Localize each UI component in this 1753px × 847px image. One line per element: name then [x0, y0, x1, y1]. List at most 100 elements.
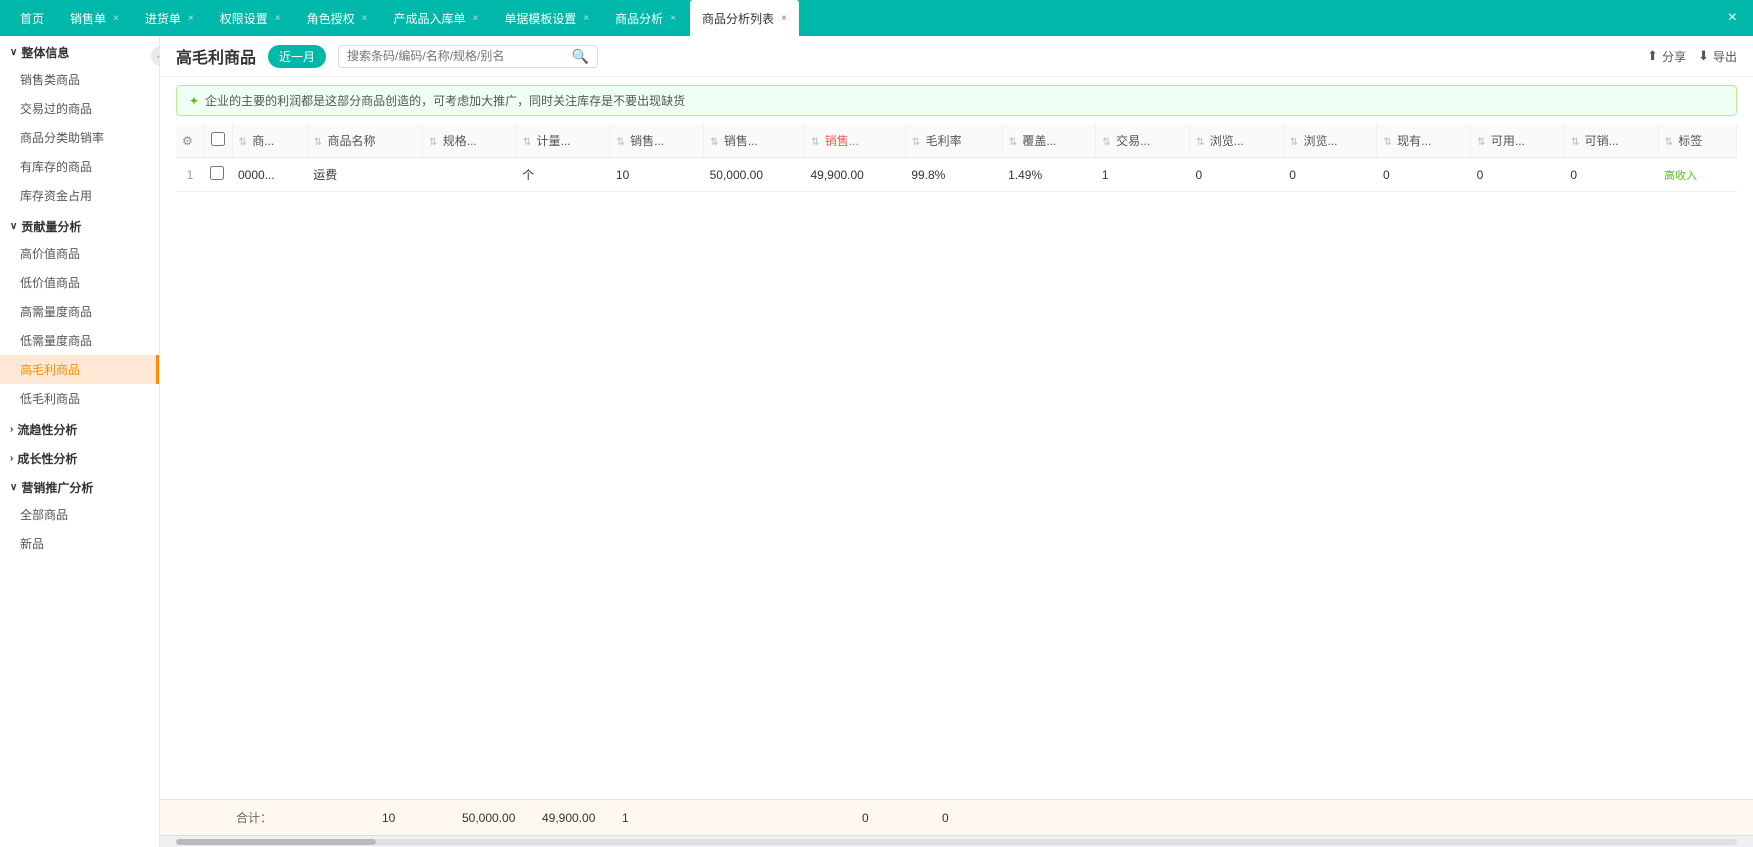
chevron-right-icon: › [10, 424, 13, 435]
close-template-tab[interactable]: × [583, 13, 589, 24]
col-settings[interactable]: ⚙ [176, 124, 204, 158]
sidebar-item-new-goods[interactable]: 新品 [0, 529, 159, 558]
nav-tab-inbound[interactable]: 产成品入库单 × [381, 0, 490, 36]
footer-label: 合计： [176, 809, 376, 826]
col-sale-profit[interactable]: ⇅ 销售... [804, 124, 905, 158]
scroll-area[interactable] [160, 835, 1753, 847]
share-button[interactable]: ⬆ 分享 [1647, 48, 1686, 65]
table-container[interactable]: ⚙ ⇅ 商... ⇅ 商品名称 [160, 124, 1753, 799]
row-unit: 个 [516, 158, 610, 192]
export-button[interactable]: ⬇ 导出 [1698, 48, 1737, 65]
row-spec [423, 158, 517, 192]
row-checkbox-cell[interactable] [204, 158, 232, 192]
col-coverage[interactable]: ⇅ 覆盖... [1002, 124, 1096, 158]
sidebar-group-overall[interactable]: ∨ 整体信息 [0, 36, 159, 65]
sidebar-item-high-value[interactable]: 高价值商品 [0, 239, 159, 268]
filter-btn-month[interactable]: 近一月 [268, 45, 326, 68]
chevron-down-icon-2: ∨ [10, 221, 17, 232]
close-sales-tab[interactable]: × [113, 13, 119, 24]
sort-unit-icon: ⇅ [523, 137, 531, 148]
col-current[interactable]: ⇅ 现有... [1377, 124, 1471, 158]
sidebar-item-sales-goods[interactable]: 销售类商品 [0, 65, 159, 94]
sidebar-item-high-demand[interactable]: 高需量度商品 [0, 297, 159, 326]
sort-browseb-icon: ⇅ [1290, 137, 1298, 148]
sidebar-item-all-goods[interactable]: 全部商品 [0, 500, 159, 529]
sidebar-item-low-margin[interactable]: 低毛利商品 [0, 384, 159, 413]
col-name[interactable]: ⇅ 商品名称 [307, 124, 422, 158]
row-trade-count: 1 [1096, 158, 1190, 192]
sidebar-item-stocked-goods[interactable]: 有库存的商品 [0, 152, 159, 181]
nav-tab-analysis[interactable]: 商品分析 × [603, 0, 688, 36]
row-sale-amt: 50,000.00 [704, 158, 805, 192]
sort-saleable-icon: ⇅ [1571, 137, 1579, 148]
col-gross-rate[interactable]: ⇅ 毛利率 [905, 124, 1002, 158]
sort-code-icon: ⇅ [239, 137, 247, 148]
sidebar-item-traded-goods[interactable]: 交易过的商品 [0, 94, 159, 123]
top-nav: 首页 销售单 × 进货单 × 权限设置 × 角色授权 × 产成品入库单 × 单据… [0, 0, 1753, 36]
sort-spec-icon: ⇅ [429, 137, 437, 148]
nav-tab-permission[interactable]: 权限设置 × [208, 0, 293, 36]
footer-sale-qty: 10 [376, 811, 456, 825]
col-available[interactable]: ⇅ 可用... [1471, 124, 1565, 158]
sort-saleqty-icon: ⇅ [616, 137, 624, 148]
row-sale-qty: 10 [610, 158, 704, 192]
col-unit[interactable]: ⇅ 计量... [516, 124, 610, 158]
sidebar-item-stock-capital[interactable]: 库存资金占用 [0, 181, 159, 210]
sort-tag-icon: ⇅ [1665, 137, 1673, 148]
footer-current: 0 [856, 811, 936, 825]
scroll-thumb[interactable] [176, 839, 376, 845]
col-sale-qty[interactable]: ⇅ 销售... [610, 124, 704, 158]
info-banner: ✦ 企业的主要的利润都是这部分商品创造的，可考虑加大推广，同时关注库存是不要出现… [176, 85, 1737, 116]
search-icon[interactable]: 🔍 [572, 48, 589, 65]
table-row: 1 0000... 运费 个 10 50,000.00 49,900.00 99… [176, 158, 1737, 192]
select-all-checkbox[interactable] [211, 132, 225, 146]
col-saleable[interactable]: ⇅ 可销... [1564, 124, 1658, 158]
sidebar-item-category-rate[interactable]: 商品分类助销率 [0, 123, 159, 152]
sidebar-item-high-margin[interactable]: 高毛利商品 [0, 355, 159, 384]
sidebar-item-low-value[interactable]: 低价值商品 [0, 268, 159, 297]
col-trade-count[interactable]: ⇅ 交易... [1096, 124, 1190, 158]
close-inbound-tab[interactable]: × [472, 13, 478, 24]
col-sale-amt[interactable]: ⇅ 销售... [704, 124, 805, 158]
sort-current-icon: ⇅ [1383, 137, 1391, 148]
share-icon: ⬆ [1647, 48, 1658, 64]
tip-icon: ✦ [189, 94, 199, 108]
sidebar-group-trend[interactable]: › 流趋性分析 [0, 413, 159, 442]
settings-icon[interactable]: ⚙ [182, 134, 193, 148]
col-tag[interactable]: ⇅ 标签 [1658, 124, 1736, 158]
row-coverage: 1.49% [1002, 158, 1096, 192]
col-spec[interactable]: ⇅ 规格... [423, 124, 517, 158]
row-checkbox[interactable] [210, 166, 224, 180]
sidebar-group-marketing[interactable]: ∨ 营销推广分析 [0, 471, 159, 500]
search-input[interactable] [347, 49, 568, 63]
nav-tab-sales[interactable]: 销售单 × [58, 0, 131, 36]
nav-tab-home[interactable]: 首页 [8, 0, 56, 36]
sort-coverage-icon: ⇅ [1009, 137, 1017, 148]
chevron-right-icon-2: › [10, 453, 13, 464]
nav-tab-purchase[interactable]: 进货单 × [133, 0, 206, 36]
col-browse-b[interactable]: ⇅ 浏览... [1283, 124, 1377, 158]
sidebar-group-contribution[interactable]: ∨ 贡献量分析 [0, 210, 159, 239]
search-box[interactable]: 🔍 [338, 45, 598, 68]
close-all-tabs[interactable]: × [1720, 9, 1745, 27]
footer-sale-profit: 49,900.00 [536, 811, 616, 825]
close-permission-tab[interactable]: × [275, 13, 281, 24]
sort-grossrate-icon: ⇅ [912, 137, 920, 148]
close-purchase-tab[interactable]: × [188, 13, 194, 24]
header-actions: ⬆ 分享 ⬇ 导出 [1647, 48, 1737, 65]
col-checkbox[interactable] [204, 124, 232, 158]
nav-tab-analysis-list[interactable]: 商品分析列表 × [690, 0, 799, 36]
nav-tab-role[interactable]: 角色授权 × [295, 0, 380, 36]
page-title: 高毛利商品 [176, 44, 256, 68]
row-name: 运费 [307, 158, 422, 192]
col-browse-a[interactable]: ⇅ 浏览... [1190, 124, 1284, 158]
sidebar-item-low-demand[interactable]: 低需量度商品 [0, 326, 159, 355]
close-analysis-tab[interactable]: × [670, 13, 676, 24]
col-code[interactable]: ⇅ 商... [232, 124, 307, 158]
sidebar-group-growth[interactable]: › 成长性分析 [0, 442, 159, 471]
close-role-tab[interactable]: × [362, 13, 368, 24]
sort-tradecount-icon: ⇅ [1102, 137, 1110, 148]
sort-browsea-icon: ⇅ [1196, 137, 1204, 148]
nav-tab-template[interactable]: 单据模板设置 × [492, 0, 601, 36]
close-analysis-list-tab[interactable]: × [781, 13, 787, 24]
